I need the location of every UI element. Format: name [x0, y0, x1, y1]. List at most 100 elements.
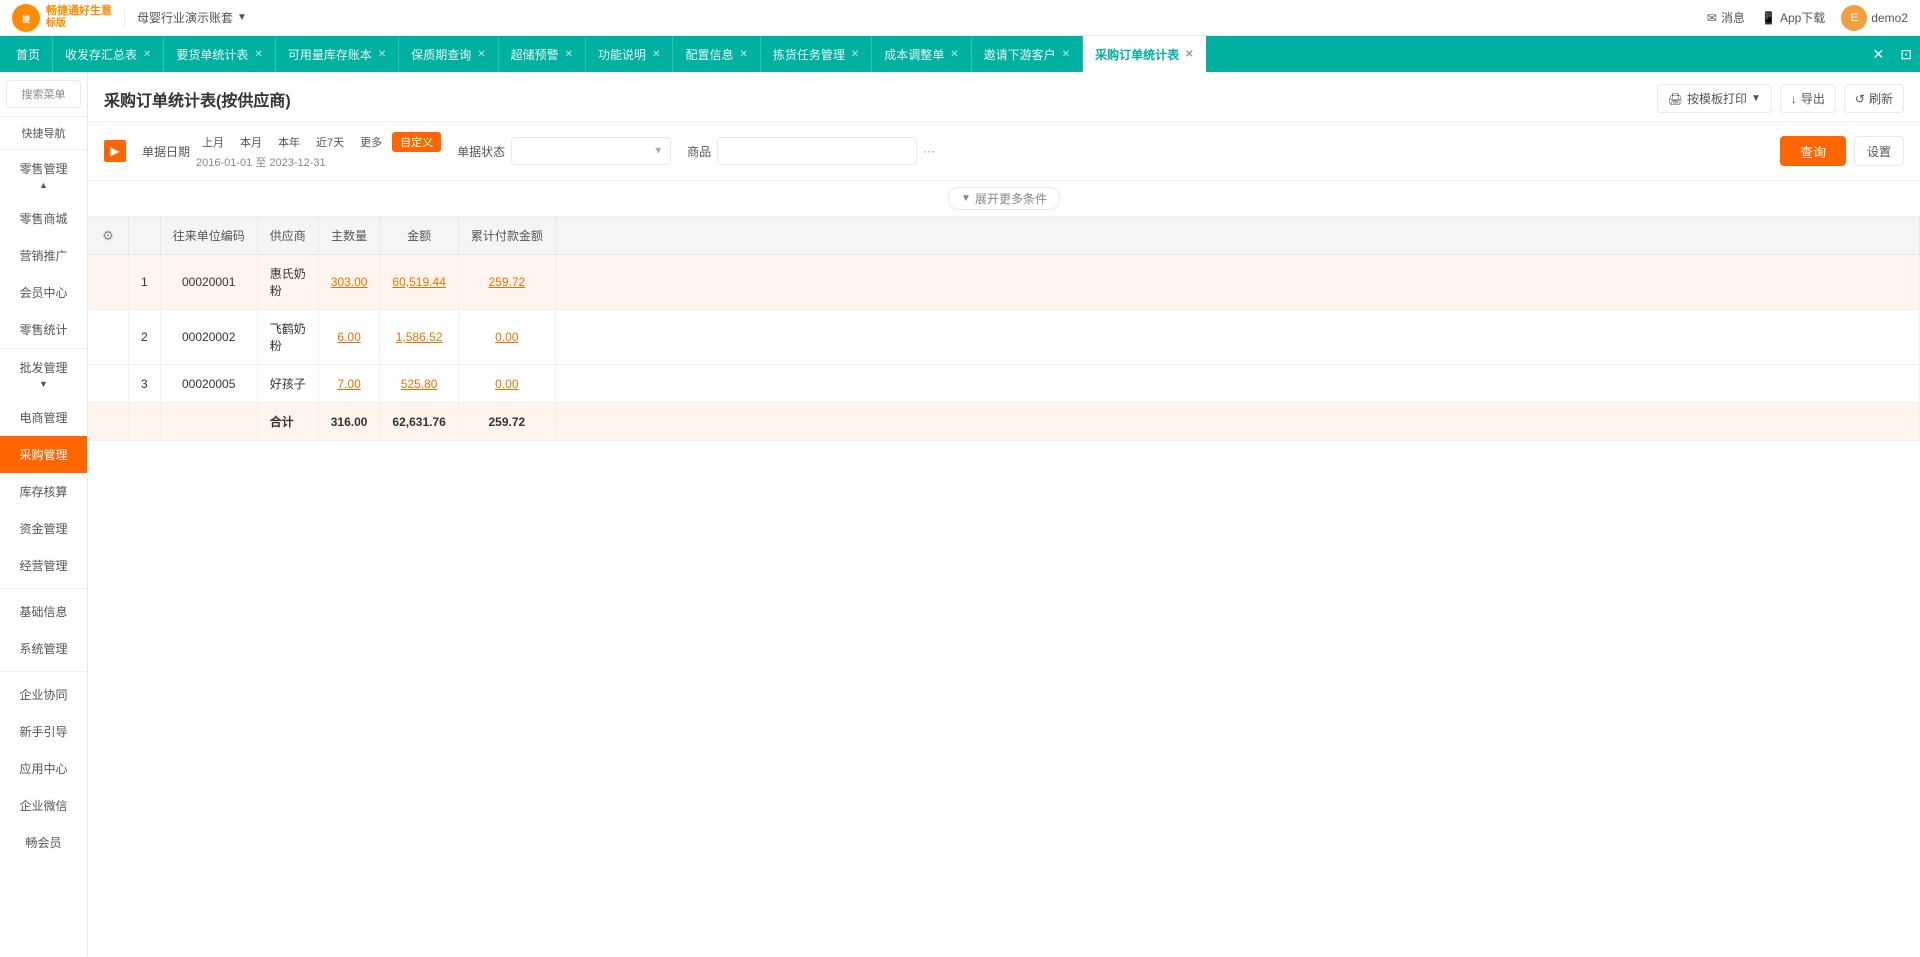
search-menu-button[interactable]: 搜索菜单 — [6, 80, 81, 108]
sidebar-item-retail-mall[interactable]: 零售商城 — [0, 200, 87, 237]
date-btn-this-month[interactable]: 本月 — [234, 132, 268, 152]
chevron-icon: ▲ — [39, 180, 48, 190]
sidebar-item-sys-mgmt[interactable]: 系统管理 — [0, 630, 87, 667]
sidebar-item-label: 应用中心 — [19, 760, 67, 777]
search-button[interactable]: 查询 — [1780, 136, 1846, 166]
tab-receive-send[interactable]: 收发存汇总表 ✕ — [53, 36, 164, 72]
sidebar-item-fund-mgmt[interactable]: 资金管理 — [0, 510, 87, 547]
th-supplier: 供应商 — [257, 217, 318, 255]
refresh-button[interactable]: ↺ 刷新 — [1844, 84, 1904, 113]
tab-func-desc[interactable]: 功能说明 ✕ — [586, 36, 673, 72]
expand-more-button[interactable]: ▼ 展开更多条件 — [948, 187, 1060, 210]
app-download-button[interactable]: 📱 App下载 — [1761, 9, 1825, 26]
settings-icon[interactable]: ⚙ — [100, 228, 116, 244]
td-extra — [555, 255, 1919, 310]
sidebar-item-enterprise-wechat[interactable]: 企业微信 — [0, 787, 87, 824]
td-index: 2 — [129, 310, 161, 365]
tab-order-stat[interactable]: 要货单统计表 ✕ — [164, 36, 275, 72]
sidebar-item-quick-nav[interactable]: 快捷导航 — [0, 117, 87, 150]
close-icon[interactable]: ✕ — [851, 49, 859, 60]
tab-expiry-query-label: 保质期查询 — [411, 46, 471, 63]
logo-text: 畅捷通好生意 标版 — [46, 5, 112, 30]
svg-text:捷: 捷 — [22, 14, 31, 24]
settings-button[interactable]: 设置 — [1854, 136, 1904, 166]
tab-available-stock[interactable]: 可用量库存账本 ✕ — [276, 36, 399, 72]
footer-amount: 62,631.76 — [380, 403, 458, 441]
date-btn-7days[interactable]: 近7天 — [310, 132, 350, 152]
print-button[interactable]: 🖨 按模板打印 ▼ — [1657, 84, 1772, 113]
td-amount[interactable]: 1,586.52 — [380, 310, 458, 365]
sidebar-item-ops-mgmt[interactable]: 经营管理 — [0, 547, 87, 584]
close-icon[interactable]: ✕ — [254, 49, 262, 60]
sidebar-item-vip-member[interactable]: 畅会员 — [0, 824, 87, 861]
filter-toggle-button[interactable]: ▶ — [104, 140, 126, 162]
user-profile[interactable]: E demo2 — [1841, 5, 1908, 31]
td-settings — [88, 310, 129, 365]
tab-invite-downstream-label: 邀请下游客户 — [984, 46, 1056, 63]
td-amount[interactable]: 60,519.44 — [380, 255, 458, 310]
tab-pick-task[interactable]: 拣货任务管理 ✕ — [761, 36, 872, 72]
sidebar-item-purchase-mgmt[interactable]: 采购管理 — [0, 436, 87, 473]
date-custom-badge[interactable]: 自定义 — [392, 132, 441, 152]
td-paid-amount[interactable]: 259.72 — [458, 255, 555, 310]
sidebar-item-enterprise-coop[interactable]: 企业协同 — [0, 676, 87, 713]
more-options-icon[interactable]: ··· — [923, 144, 935, 158]
close-icon[interactable]: ✕ — [739, 49, 747, 60]
sidebar-item-ecommerce-mgmt[interactable]: 电商管理 — [0, 399, 87, 436]
sidebar-item-new-guide[interactable]: 新手引导 — [0, 713, 87, 750]
tab-overstock[interactable]: 超储预警 ✕ — [499, 36, 586, 72]
tab-purchase-stat[interactable]: 采购订单统计表 ✕ — [1083, 36, 1206, 72]
sidebar-item-wholesale-mgmt[interactable]: 批发管理 ▼ — [0, 349, 87, 399]
date-btn-last-month[interactable]: 上月 — [196, 132, 230, 152]
top-bar-left: 捷 畅捷通好生意 标版 母婴行业演示账套 ▼ — [12, 4, 247, 32]
close-icon[interactable]: ✕ — [565, 49, 573, 60]
tab-purchase-stat-label: 采购订单统计表 — [1095, 46, 1179, 63]
td-main-qty[interactable]: 7.00 — [318, 365, 380, 403]
sidebar-item-label: 企业微信 — [19, 797, 67, 814]
td-supplier: 惠氏奶粉 — [257, 255, 318, 310]
tab-overstock-label: 超储预警 — [511, 46, 559, 63]
sidebar-item-app-center[interactable]: 应用中心 — [0, 750, 87, 787]
tab-home[interactable]: 首页 — [4, 36, 53, 72]
username-label: demo2 — [1871, 11, 1908, 25]
sidebar-divider-2 — [0, 671, 87, 672]
tab-invite-downstream[interactable]: 邀请下游客户 ✕ — [972, 36, 1083, 72]
close-icon[interactable]: ✕ — [652, 49, 660, 60]
close-icon[interactable]: ✕ — [378, 49, 386, 60]
sidebar-item-member-center[interactable]: 会员中心 — [0, 274, 87, 311]
close-icon[interactable]: ✕ — [1062, 49, 1070, 60]
td-settings — [88, 255, 129, 310]
sidebar-item-retail-stats[interactable]: 零售统计 — [0, 311, 87, 348]
sidebar-item-label: 企业协同 — [19, 686, 67, 703]
export-button[interactable]: ↓ 导出 — [1780, 84, 1836, 113]
close-icon[interactable]: ✕ — [950, 49, 958, 60]
expand-tabs-button[interactable]: ⊡ — [1896, 42, 1916, 67]
close-icon[interactable]: ✕ — [143, 49, 151, 60]
message-button[interactable]: ✉ 消息 — [1707, 9, 1745, 26]
td-paid-amount[interactable]: 0.00 — [458, 310, 555, 365]
close-icon[interactable]: ✕ — [477, 49, 485, 60]
td-paid-amount[interactable]: 0.00 — [458, 365, 555, 403]
date-btn-more[interactable]: 更多 — [354, 132, 388, 152]
date-btn-this-year[interactable]: 本年 — [272, 132, 306, 152]
status-filter-label: 单据状态 — [457, 143, 505, 160]
tab-cost-adjust[interactable]: 成本调整单 ✕ — [872, 36, 971, 72]
tab-config[interactable]: 配置信息 ✕ — [673, 36, 760, 72]
td-extra — [555, 310, 1919, 365]
footer-settings — [88, 403, 129, 441]
tab-expiry-query[interactable]: 保质期查询 ✕ — [399, 36, 498, 72]
td-amount[interactable]: 525.80 — [380, 365, 458, 403]
page-title: 采购订单统计表(按供应商) — [104, 87, 291, 111]
sidebar-item-basic-info[interactable]: 基础信息 — [0, 593, 87, 630]
close-all-tabs-button[interactable]: ✕ — [1869, 42, 1889, 67]
goods-input[interactable] — [717, 137, 917, 165]
td-main-qty[interactable]: 6.00 — [318, 310, 380, 365]
status-select[interactable] — [511, 137, 671, 165]
export-icon: ↓ — [1791, 92, 1797, 106]
workspace-selector[interactable]: 母婴行业演示账套 ▼ — [124, 9, 247, 26]
sidebar-item-marketing[interactable]: 营销推广 — [0, 237, 87, 274]
sidebar-item-retail-mgmt[interactable]: 零售管理 ▲ — [0, 150, 87, 200]
sidebar-item-inventory-check[interactable]: 库存核算 — [0, 473, 87, 510]
close-icon[interactable]: ✕ — [1185, 49, 1193, 60]
td-main-qty[interactable]: 303.00 — [318, 255, 380, 310]
